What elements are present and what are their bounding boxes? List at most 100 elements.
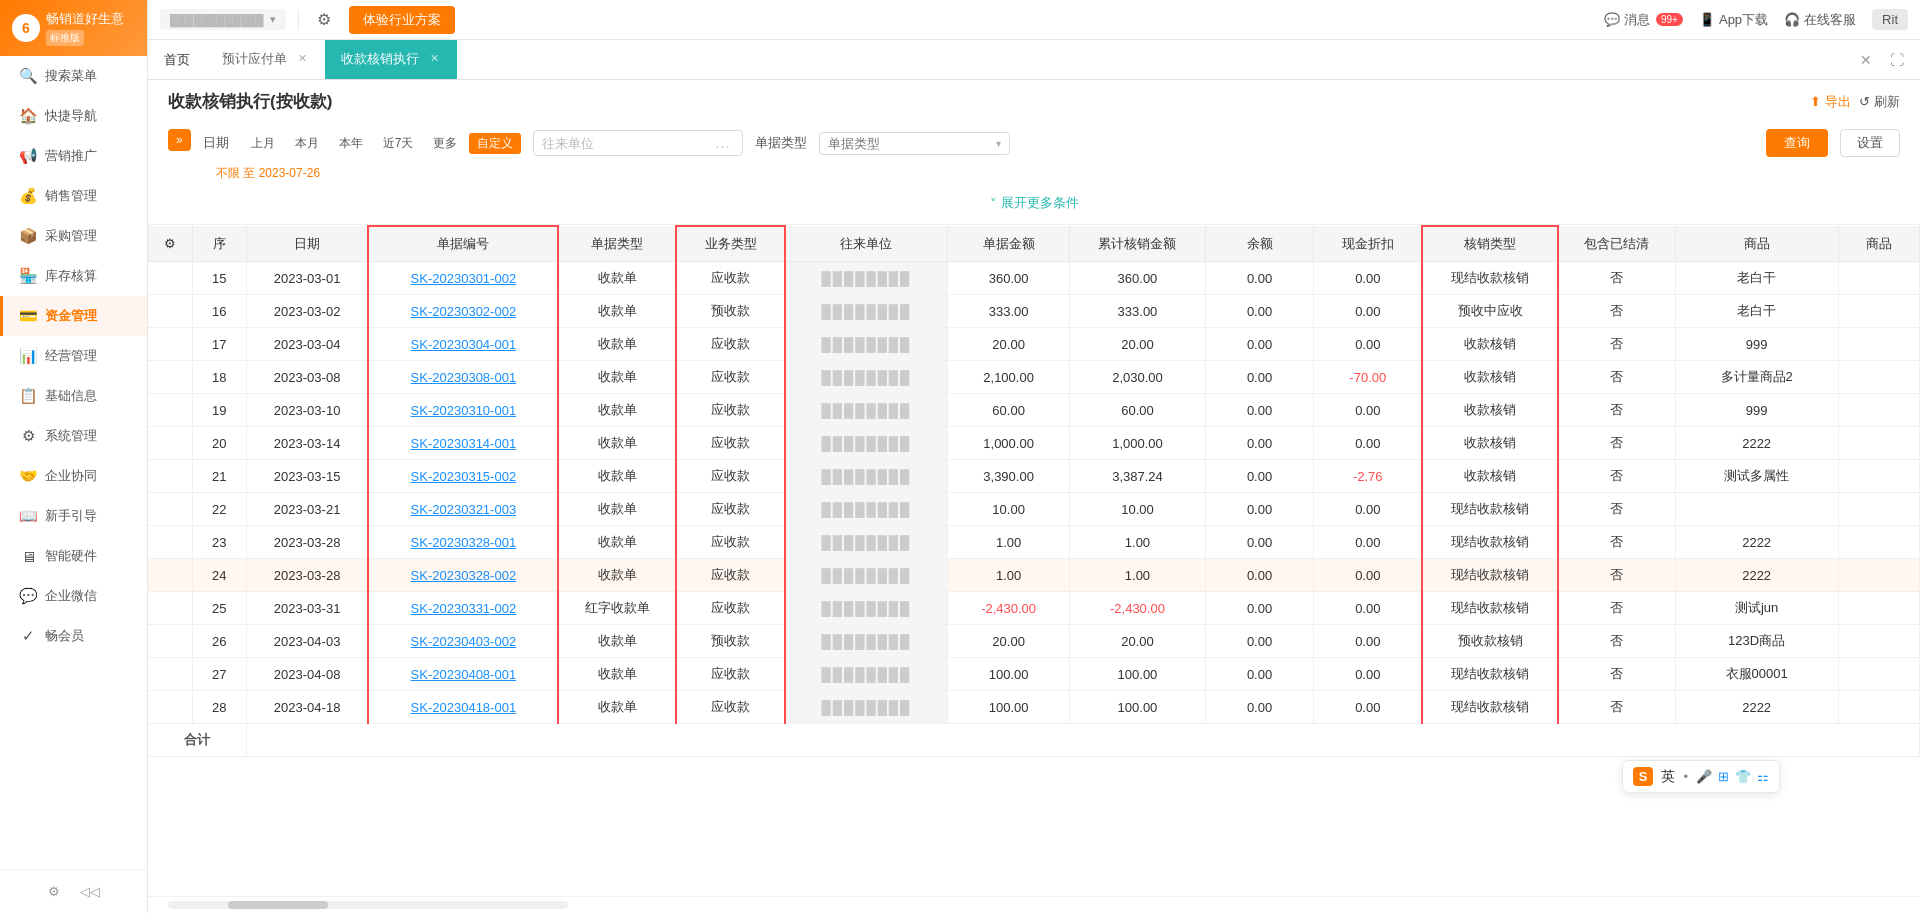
- expand-more-conditions[interactable]: ˅ 展开更多条件: [168, 190, 1900, 216]
- mic-icon[interactable]: 🎤: [1696, 769, 1712, 784]
- tab-collection-close[interactable]: ✕: [427, 52, 441, 66]
- settings-button[interactable]: 设置: [1840, 129, 1900, 157]
- col-business-type-header: 业务类型: [676, 226, 785, 262]
- table-row: 232023-03-28SK-20230328-001收款单应收款███████…: [148, 526, 1920, 559]
- query-button[interactable]: 查询: [1766, 129, 1828, 157]
- customer-dots[interactable]: …: [710, 134, 734, 152]
- table-row: 152023-03-01SK-20230301-002收款单应收款███████…: [148, 262, 1920, 295]
- sidebar-enterprise-label: 企业协同: [45, 467, 97, 485]
- customer-input-wrap: …: [533, 130, 743, 156]
- system-icon: ⚙: [19, 427, 37, 445]
- tab-payable-label: 预计应付单: [222, 50, 287, 68]
- tab-home[interactable]: 首页: [148, 40, 206, 79]
- col-seq-header: 序: [192, 226, 246, 262]
- sidebar-member-label: 畅会员: [45, 627, 84, 645]
- sidebar-system-label: 系统管理: [45, 427, 97, 445]
- sidebar-logo: 6 畅销道好生意 标推版: [0, 0, 147, 56]
- sidebar-item-wechat[interactable]: 💬 企业微信: [0, 576, 147, 616]
- shirt-icon[interactable]: 👕: [1735, 769, 1751, 784]
- sidebar-item-guide[interactable]: 📖 新手引导: [0, 496, 147, 536]
- sidebar-sales-label: 销售管理: [45, 187, 97, 205]
- sidebar-item-marketing[interactable]: 📢 营销推广: [0, 136, 147, 176]
- sidebar-item-inventory[interactable]: 🏪 库存核算: [0, 256, 147, 296]
- app-logo-icon: 6: [12, 14, 40, 42]
- sidebar-item-member[interactable]: ✓ 畅会员: [0, 616, 147, 656]
- data-table: ⚙ 序 日期 单据编号 单据类型 业务类型 往来单位 单据金额 累计核销金额 余…: [148, 225, 1920, 757]
- voucher-type-label: 单据类型: [755, 134, 807, 152]
- date-last-month-btn[interactable]: 上月: [243, 132, 283, 155]
- app-download-label: App下载: [1719, 11, 1768, 29]
- user-button[interactable]: Rit: [1872, 9, 1908, 30]
- col-voucher-no-header: 单据编号: [368, 226, 558, 262]
- date-custom-btn[interactable]: 自定义: [469, 133, 521, 154]
- messages-button[interactable]: 💬 消息 99+: [1604, 11, 1683, 29]
- date-this-month-btn[interactable]: 本月: [287, 132, 327, 155]
- table-row: 212023-03-15SK-20230315-002收款单应收款███████…: [148, 460, 1920, 493]
- tab-expand-btn[interactable]: ⛶: [1882, 48, 1912, 72]
- basic-icon: 📋: [19, 387, 37, 405]
- date-this-year-btn[interactable]: 本年: [331, 132, 371, 155]
- tab-payable[interactable]: 预计应付单 ✕: [206, 40, 325, 79]
- brand-selector[interactable]: ████████████ ▾: [160, 9, 286, 30]
- date-more-btn[interactable]: 更多: [425, 132, 465, 155]
- tab-bar: 首页 预计应付单 ✕ 收款核销执行 ✕ ✕ ⛶: [148, 40, 1920, 80]
- col-voucher-type-header: 单据类型: [558, 226, 676, 262]
- customer-input[interactable]: [542, 136, 710, 151]
- tab-close-all-btn[interactable]: ✕: [1852, 48, 1880, 72]
- filter-row-1: » 日期 上月 本月 本年 近7天 更多 自定义 … 单据类型 ▾: [168, 129, 1900, 157]
- scrollbar-thumb[interactable]: [228, 901, 328, 909]
- refresh-button[interactable]: ↺ 刷新: [1859, 93, 1900, 111]
- sidebar-item-operations[interactable]: 📊 经营管理: [0, 336, 147, 376]
- app-download-button[interactable]: 📱 App下载: [1699, 11, 1768, 29]
- sidebar-collapse-btn[interactable]: ◁◁: [72, 878, 108, 905]
- export-button[interactable]: ⬆ 导出: [1810, 93, 1851, 111]
- sidebar-item-basic[interactable]: 📋 基础信息: [0, 376, 147, 416]
- col-verify-type-header: 核销类型: [1422, 226, 1558, 262]
- sidebar-item-system[interactable]: ⚙ 系统管理: [0, 416, 147, 456]
- table-row: 162023-03-02SK-20230302-002收款单预收款███████…: [148, 295, 1920, 328]
- sidebar-item-enterprise[interactable]: 🤝 企业协同: [0, 456, 147, 496]
- sidebar-item-purchase[interactable]: 📦 采购管理: [0, 216, 147, 256]
- brand-selector-chevron: ▾: [270, 13, 276, 26]
- brand-text: 英: [1661, 768, 1675, 786]
- footer-total-label: 合计: [148, 724, 246, 757]
- filter-bar: » 日期 上月 本月 本年 近7天 更多 自定义 … 单据类型 ▾: [148, 121, 1920, 225]
- sidebar-item-quicknav[interactable]: 🏠 快捷导航: [0, 96, 147, 136]
- expand-more-label: 展开更多条件: [1001, 194, 1079, 212]
- sidebar-inventory-label: 库存核算: [45, 267, 97, 285]
- sidebar-item-finance[interactable]: 💳 资金管理: [0, 296, 147, 336]
- tab-actions: ✕ ⛶: [1844, 40, 1920, 79]
- table-row: 282023-04-18SK-20230418-001收款单应收款███████…: [148, 691, 1920, 724]
- gear-button[interactable]: ⚙: [311, 8, 337, 31]
- sidebar-settings-btn[interactable]: ⚙: [40, 878, 68, 905]
- apps-icon[interactable]: ⚏: [1757, 769, 1769, 784]
- service-icon: 🎧: [1784, 12, 1800, 27]
- filter-expand-button[interactable]: »: [168, 129, 191, 151]
- home-icon: 🏠: [19, 107, 37, 125]
- sidebar-item-search[interactable]: 🔍 搜索菜单: [0, 56, 147, 96]
- tab-payable-close[interactable]: ✕: [295, 52, 309, 66]
- solution-button[interactable]: 体验行业方案: [349, 6, 455, 34]
- voucher-type-select-wrap: ▾: [819, 132, 1010, 155]
- scrollbar-area: [148, 896, 1920, 913]
- grid-icon[interactable]: ⊞: [1718, 769, 1729, 784]
- voucher-type-select[interactable]: [828, 136, 996, 151]
- date-7days-btn[interactable]: 近7天: [375, 132, 422, 155]
- tab-collection-label: 收款核销执行: [341, 50, 419, 68]
- table-area: ⚙ 序 日期 单据编号 单据类型 业务类型 往来单位 单据金额 累计核销金额 余…: [148, 225, 1920, 896]
- export-icon: ⬆: [1810, 94, 1821, 109]
- header-divider: [298, 10, 299, 30]
- horizontal-scrollbar[interactable]: [168, 901, 568, 909]
- service-button[interactable]: 🎧 在线客服: [1784, 11, 1856, 29]
- col-settings-header[interactable]: ⚙: [148, 226, 192, 262]
- inventory-icon: 🏪: [19, 267, 37, 285]
- tab-collection[interactable]: 收款核销执行 ✕: [325, 40, 457, 79]
- footer-empty: [246, 724, 1919, 757]
- sidebar-bottom: ⚙ ◁◁: [0, 869, 147, 913]
- purchase-icon: 📦: [19, 227, 37, 245]
- sidebar-item-hardware[interactable]: 🖥 智能硬件: [0, 536, 147, 576]
- top-header: ████████████ ▾ ⚙ 体验行业方案 💬 消息 99+ 📱 App下载…: [148, 0, 1920, 40]
- floating-brand: S 英 • 🎤 ⊞ 👕 ⚏: [1622, 760, 1780, 793]
- table-row: 202023-03-14SK-20230314-001收款单应收款███████…: [148, 427, 1920, 460]
- sidebar-item-sales[interactable]: 💰 销售管理: [0, 176, 147, 216]
